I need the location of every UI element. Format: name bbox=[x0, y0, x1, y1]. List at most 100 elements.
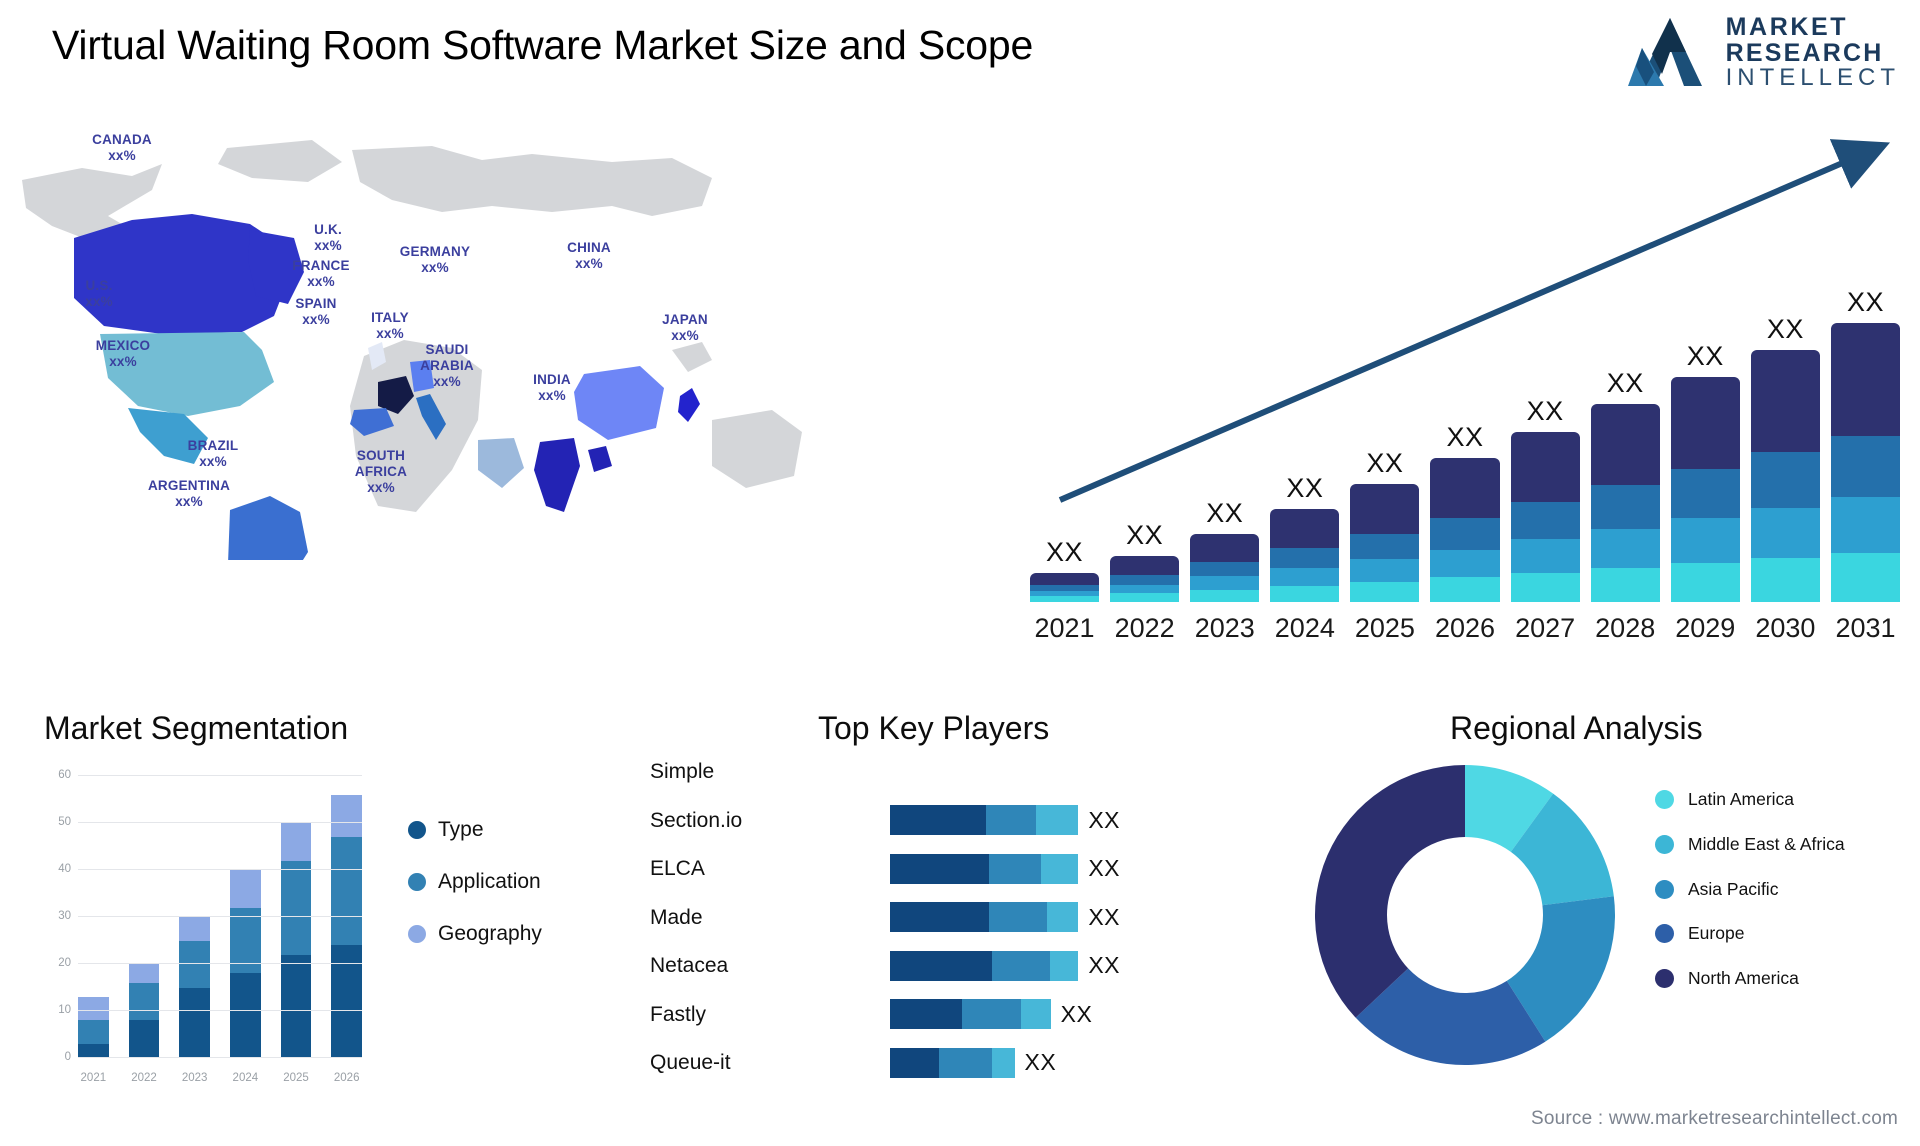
segmentation-y-tick: 30 bbox=[58, 910, 71, 922]
donut-slice-north-america bbox=[1315, 765, 1465, 1018]
player-bar-segment bbox=[890, 853, 989, 884]
forecast-bar-segment bbox=[1270, 547, 1340, 568]
forecast-bar-value: XX bbox=[1766, 313, 1804, 344]
player-bar-segment bbox=[992, 950, 1050, 981]
player-bar-row: XX bbox=[890, 942, 1120, 991]
map-label-canada: CANADA xx% bbox=[92, 132, 152, 163]
player-bar bbox=[890, 853, 1079, 884]
player-bar-value: XX bbox=[1088, 903, 1120, 930]
forecast-bar-segment bbox=[1750, 507, 1820, 559]
segmentation-bar-2022 bbox=[128, 964, 160, 1058]
segmentation-x-label: 2026 bbox=[333, 1072, 360, 1084]
forecast-year-label: 2028 bbox=[1595, 613, 1656, 643]
forecast-bar-2025: XX bbox=[1350, 448, 1420, 602]
player-bar-segment bbox=[986, 805, 1037, 836]
forecast-bar-2024: XX bbox=[1270, 473, 1340, 602]
forecast-bar-segment bbox=[1430, 577, 1500, 602]
segmentation-x-label: 2025 bbox=[283, 1072, 309, 1084]
forecast-year-label: 2029 bbox=[1675, 613, 1736, 643]
forecast-bar-segment bbox=[1350, 533, 1420, 560]
segmentation-y-tick: 40 bbox=[58, 863, 71, 875]
segmentation-y-tick: 50 bbox=[58, 816, 71, 828]
forecast-year-label: 2022 bbox=[1114, 613, 1175, 643]
legend-item-application: Application bbox=[408, 870, 542, 894]
player-bar-value: XX bbox=[1088, 952, 1120, 979]
forecast-bar-segment bbox=[1830, 435, 1901, 498]
regional-legend-item: Europe bbox=[1655, 922, 1845, 945]
map-label-uk: U.K. xx% bbox=[314, 222, 342, 253]
player-bar-segment bbox=[890, 902, 990, 933]
wordmark-line-3: INTELLECT bbox=[1725, 64, 1900, 91]
regional-legend-label: Asia Pacific bbox=[1688, 878, 1779, 899]
forecast-bar-segment bbox=[1670, 377, 1740, 469]
map-label-india: INDIA xx% bbox=[533, 372, 571, 403]
segmentation-y-tick: 20 bbox=[58, 957, 71, 969]
mountain-m-logo-icon bbox=[1624, 14, 1716, 90]
segmentation-gridline: 60 bbox=[58, 769, 362, 781]
forecast-bar-segment bbox=[1670, 563, 1740, 602]
player-bar-row: XX bbox=[890, 845, 1120, 894]
forecast-bar-segment bbox=[1110, 584, 1180, 594]
legend-label-type: Type bbox=[438, 818, 484, 841]
forecast-bar-segment bbox=[1830, 553, 1901, 602]
map-label-china: CHINA xx% bbox=[567, 240, 611, 271]
segmentation-x-label: 2024 bbox=[232, 1072, 259, 1084]
forecast-bar-segment bbox=[1430, 518, 1500, 550]
player-bar-segment bbox=[988, 853, 1041, 884]
regional-legend-swatch bbox=[1655, 969, 1674, 988]
player-bar-segment bbox=[1049, 950, 1079, 981]
forecast-bar-segment bbox=[1190, 589, 1260, 602]
segmentation-segment-geography bbox=[78, 996, 109, 1021]
forecast-bar-stack bbox=[1190, 533, 1260, 602]
segmentation-segment-geography bbox=[280, 823, 312, 861]
player-bar-segment bbox=[939, 1047, 992, 1078]
forecast-bar-segment bbox=[1590, 567, 1660, 602]
forecast-bar-segment bbox=[1270, 567, 1340, 586]
forecast-bar-segment bbox=[1430, 458, 1500, 519]
map-label-japan: JAPAN xx% bbox=[662, 312, 708, 343]
segmentation-bar-2025 bbox=[280, 823, 312, 1058]
forecast-year-label: 2030 bbox=[1755, 613, 1816, 643]
brand-wordmark: MARKET RESEARCH INTELLECT bbox=[1726, 14, 1900, 91]
segmentation-segment-type bbox=[280, 954, 312, 1058]
forecast-bar-segment bbox=[1350, 484, 1420, 534]
players-label-column: Simple Section.io ELCA Made Netacea Fastly Que… bbox=[650, 748, 900, 1088]
regional-donut-icon bbox=[1315, 765, 1615, 1065]
forecast-bar-value: XX bbox=[1126, 520, 1164, 551]
forecast-bar-stack bbox=[1830, 323, 1901, 602]
forecast-bar-value: XX bbox=[1446, 422, 1484, 453]
segmentation-segment-application bbox=[331, 837, 363, 946]
forecast-bar-stack bbox=[1350, 484, 1420, 602]
map-label-spain: SPAIN xx% bbox=[295, 296, 337, 327]
forecast-bar-segment bbox=[1190, 533, 1260, 563]
player-bar-segment bbox=[890, 1047, 940, 1078]
forecast-year-label: 2027 bbox=[1515, 613, 1576, 643]
segmentation-x-label: 2021 bbox=[80, 1072, 107, 1084]
forecast-bar-segment bbox=[1190, 576, 1260, 590]
player-bar bbox=[890, 902, 1079, 933]
segmentation-y-tick: 0 bbox=[64, 1051, 71, 1063]
segmentation-legend: Type Application Geography bbox=[408, 818, 542, 974]
player-bar-value: XX bbox=[1088, 855, 1120, 882]
regional-legend-item: North America bbox=[1655, 967, 1845, 990]
player-bar bbox=[890, 1047, 1015, 1078]
forecast-bar-segment bbox=[1830, 497, 1901, 554]
forecast-bar-value: XX bbox=[1366, 448, 1404, 479]
forecast-bar-segment bbox=[1110, 593, 1180, 602]
forecast-bar-stack bbox=[1270, 508, 1340, 602]
player-bar-value: XX bbox=[1060, 1000, 1093, 1027]
forecast-bar-segment bbox=[1350, 559, 1420, 583]
market-segmentation-title: Market Segmentation bbox=[44, 710, 349, 746]
map-label-mexico: MEXICO xx% bbox=[95, 338, 151, 369]
regional-legend-label: Latin America bbox=[1688, 789, 1795, 809]
player-label: Section.io bbox=[650, 808, 743, 832]
forecast-bar-segment bbox=[1670, 518, 1740, 563]
player-bar-segment bbox=[1046, 902, 1079, 933]
player-bar-row: XX bbox=[890, 990, 1120, 1039]
segmentation-gridline: 0 bbox=[65, 1051, 362, 1063]
legend-label-application: Application bbox=[438, 870, 541, 893]
source-note: Source : www.marketresearchintellect.com bbox=[1530, 1108, 1898, 1129]
player-bar-segment bbox=[991, 1047, 1015, 1078]
player-bar-row: XX bbox=[890, 1039, 1120, 1088]
world-map-panel: CANADA xx% U.S. xx% MEXICO xx% BRAZIL xx% AR… bbox=[12, 120, 832, 560]
